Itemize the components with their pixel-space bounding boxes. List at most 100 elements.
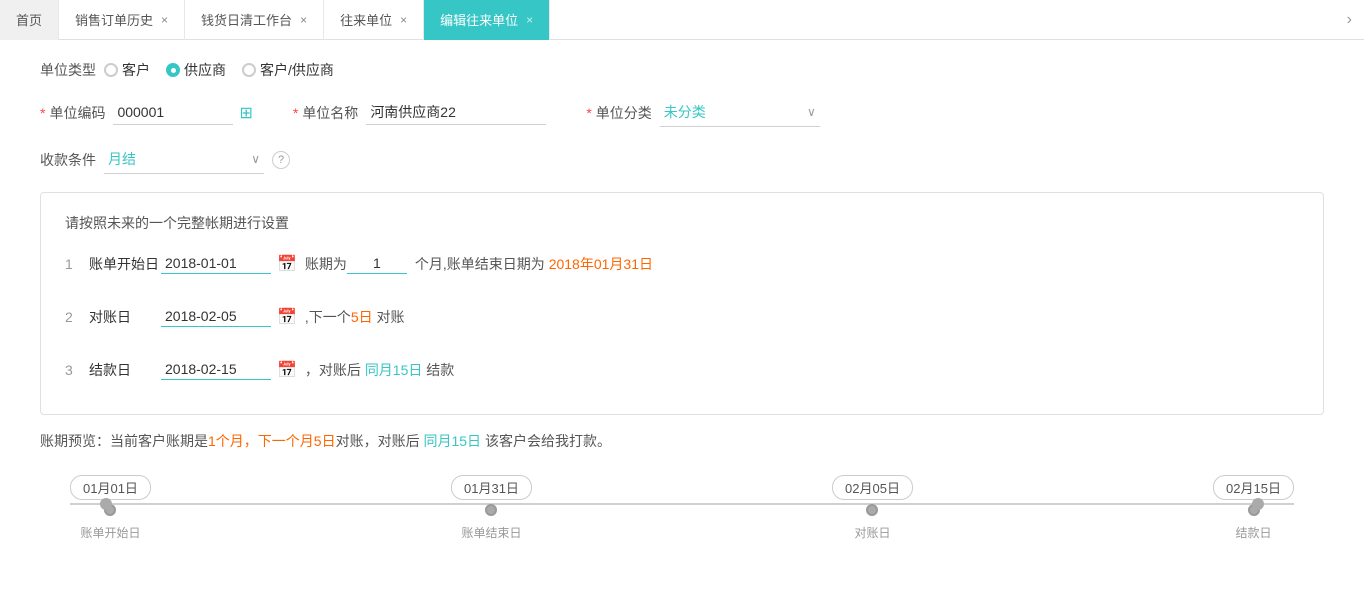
timeline-node-3: 02月05日 对账日 xyxy=(832,475,913,541)
tab-partner-label: 往来单位 xyxy=(340,10,392,29)
radio-supplier-circle xyxy=(166,63,180,77)
period-label-3: 结款日 xyxy=(89,360,161,380)
node-dot-2 xyxy=(485,504,497,516)
code-star: * xyxy=(40,105,45,121)
preview-pay: 同月15日 xyxy=(423,433,481,449)
reconcile-date-calendar[interactable]: 📅 xyxy=(277,307,297,327)
node-label-3: 对账日 xyxy=(854,524,890,541)
category-dropdown[interactable]: 未分类 ∨ xyxy=(660,98,820,127)
radio-customer-circle xyxy=(104,63,118,77)
tab-edit-partner-label: 编辑往来单位 xyxy=(440,10,518,29)
tab-cash-work-close[interactable]: × xyxy=(300,13,307,27)
start-date-calendar[interactable]: 📅 xyxy=(277,254,297,274)
name-label: 单位名称 xyxy=(302,103,358,123)
start-date-input[interactable] xyxy=(161,253,271,274)
code-field: * 单位编码 ⊞ xyxy=(40,100,253,125)
node-label-2: 账单结束日 xyxy=(461,524,521,541)
period-desc-prefix: 账期为 xyxy=(305,254,347,274)
help-icon[interactable]: ? xyxy=(272,151,290,169)
period-desc-3: ，对账后 同月15日 结款 xyxy=(305,360,454,380)
payment-dropdown[interactable]: 月结 ∨ xyxy=(104,145,264,174)
timeline-end-dot xyxy=(1252,498,1264,510)
node-label-1: 账单开始日 xyxy=(80,524,140,541)
name-field: * 单位名称 xyxy=(293,100,546,125)
tab-sales-history-label: 销售订单历史 xyxy=(75,10,153,29)
tab-partner[interactable]: 往来单位 × xyxy=(324,0,424,40)
tab-home[interactable]: 首页 xyxy=(0,0,59,40)
preview-prefix: 账期预览：当前客户账期是 xyxy=(40,433,208,449)
period-label-2: 对账日 xyxy=(89,307,161,327)
period-title: 请按照未来的一个完整帐期进行设置 xyxy=(65,213,1299,233)
node-badge-4: 02月15日 xyxy=(1213,475,1294,500)
month-input[interactable] xyxy=(347,253,407,274)
period-desc-suffix: 个月,账单结束日期为 2018年01月31日 xyxy=(415,254,653,274)
period-row-1: 1 账单开始日 📅 账期为 个月,账单结束日期为 2018年01月31日 xyxy=(65,253,1299,284)
timeline-node-group: 01月01日 账单开始日 01月31日 账单结束日 02月05日 对账日 xyxy=(70,467,1294,541)
category-star: * xyxy=(586,105,591,121)
payment-day-highlight: 同月15日 xyxy=(365,362,423,378)
preview-mid: 对账，对账后 xyxy=(336,433,420,449)
unit-type-radio-group: 客户 供应商 客户/供应商 xyxy=(104,60,334,80)
period-num-2: 2 xyxy=(65,309,89,325)
end-date-highlight: 2018年01月31日 xyxy=(549,256,653,272)
tab-sales-history[interactable]: 销售订单历史 × xyxy=(59,0,185,40)
code-label: 单位编码 xyxy=(49,103,105,123)
payment-date-calendar[interactable]: 📅 xyxy=(277,360,297,380)
preview-suffix: 该客户会给我打款。 xyxy=(485,433,611,449)
category-label: 单位分类 xyxy=(596,103,652,123)
name-input[interactable] xyxy=(366,100,546,125)
payment-dropdown-arrow: ∨ xyxy=(251,152,260,166)
radio-both-circle xyxy=(242,63,256,77)
tab-home-label: 首页 xyxy=(16,10,42,29)
radio-supplier-label: 供应商 xyxy=(184,60,226,80)
unit-type-row: 单位类型 客户 供应商 客户/供应商 xyxy=(40,60,1324,80)
tab-arrow[interactable]: › xyxy=(1335,11,1364,29)
tab-cash-work[interactable]: 钱货日清工作台 × xyxy=(185,0,324,40)
code-name-row: * 单位编码 ⊞ * 单位名称 * 单位分类 未分类 ∨ xyxy=(40,98,1324,127)
preview-month: 1个月， xyxy=(208,433,258,449)
radio-supplier[interactable]: 供应商 xyxy=(166,60,226,80)
payment-date-input[interactable] xyxy=(161,359,271,380)
copy-icon[interactable]: ⊞ xyxy=(239,103,252,123)
node-dot-3 xyxy=(866,504,878,516)
tab-bar: 首页 销售订单历史 × 钱货日清工作台 × 往来单位 × 编辑往来单位 × › xyxy=(0,0,1364,40)
period-num-3: 3 xyxy=(65,362,89,378)
tab-partner-close[interactable]: × xyxy=(400,13,407,27)
unit-type-label: 单位类型 xyxy=(40,60,96,80)
main-content: 单位类型 客户 供应商 客户/供应商 * 单位编码 ⊞ * 单位名称 xyxy=(0,40,1364,608)
node-label-4: 结款日 xyxy=(1236,524,1272,541)
tab-edit-partner[interactable]: 编辑往来单位 × xyxy=(424,0,550,40)
payment-value: 月结 xyxy=(108,149,243,169)
preview-next: 下一个月5日 xyxy=(258,433,336,449)
preview-section: 账期预览：当前客户账期是1个月，下一个月5日对账，对账后 同月15日 该客户会给… xyxy=(40,431,1324,541)
tab-cash-work-label: 钱货日清工作台 xyxy=(201,10,292,29)
node-badge-1: 01月01日 xyxy=(70,475,151,500)
timeline-nodes: 01月01日 账单开始日 01月31日 账单结束日 02月05日 对账日 xyxy=(70,467,1294,541)
period-num-1: 1 xyxy=(65,256,89,272)
radio-customer[interactable]: 客户 xyxy=(104,60,150,80)
period-desc-2: ,下一个5日 对账 xyxy=(305,307,405,327)
radio-customer-label: 客户 xyxy=(122,60,150,80)
timeline-node-2: 01月31日 账单结束日 xyxy=(451,475,532,541)
period-box: 请按照未来的一个完整帐期进行设置 1 账单开始日 📅 账期为 个月,账单结束日期… xyxy=(40,192,1324,415)
reconcile-date-input[interactable] xyxy=(161,306,271,327)
period-row-2: 2 对账日 📅 ,下一个5日 对账 xyxy=(65,306,1299,337)
tab-edit-partner-close[interactable]: × xyxy=(526,13,533,27)
period-row-3: 3 结款日 📅 ，对账后 同月15日 结款 xyxy=(65,359,1299,390)
timeline-start-dot xyxy=(100,498,112,510)
node-badge-3: 02月05日 xyxy=(832,475,913,500)
reconcile-day-highlight: 5日 xyxy=(351,309,373,325)
payment-row: 收款条件 月结 ∨ ? xyxy=(40,145,1324,174)
code-input[interactable] xyxy=(113,100,233,125)
radio-both[interactable]: 客户/供应商 xyxy=(242,60,334,80)
preview-text: 账期预览：当前客户账期是1个月，下一个月5日对账，对账后 同月15日 该客户会给… xyxy=(40,431,1324,451)
timeline-wrapper: 01月01日 账单开始日 01月31日 账单结束日 02月05日 对账日 xyxy=(40,467,1324,541)
category-dropdown-arrow: ∨ xyxy=(807,105,816,119)
period-label-1: 账单开始日 xyxy=(89,254,161,274)
payment-label: 收款条件 xyxy=(40,150,96,170)
category-value: 未分类 xyxy=(664,102,799,122)
node-badge-2: 01月31日 xyxy=(451,475,532,500)
tab-sales-history-close[interactable]: × xyxy=(161,13,168,27)
name-star: * xyxy=(293,105,298,121)
category-field: * 单位分类 未分类 ∨ xyxy=(586,98,819,127)
